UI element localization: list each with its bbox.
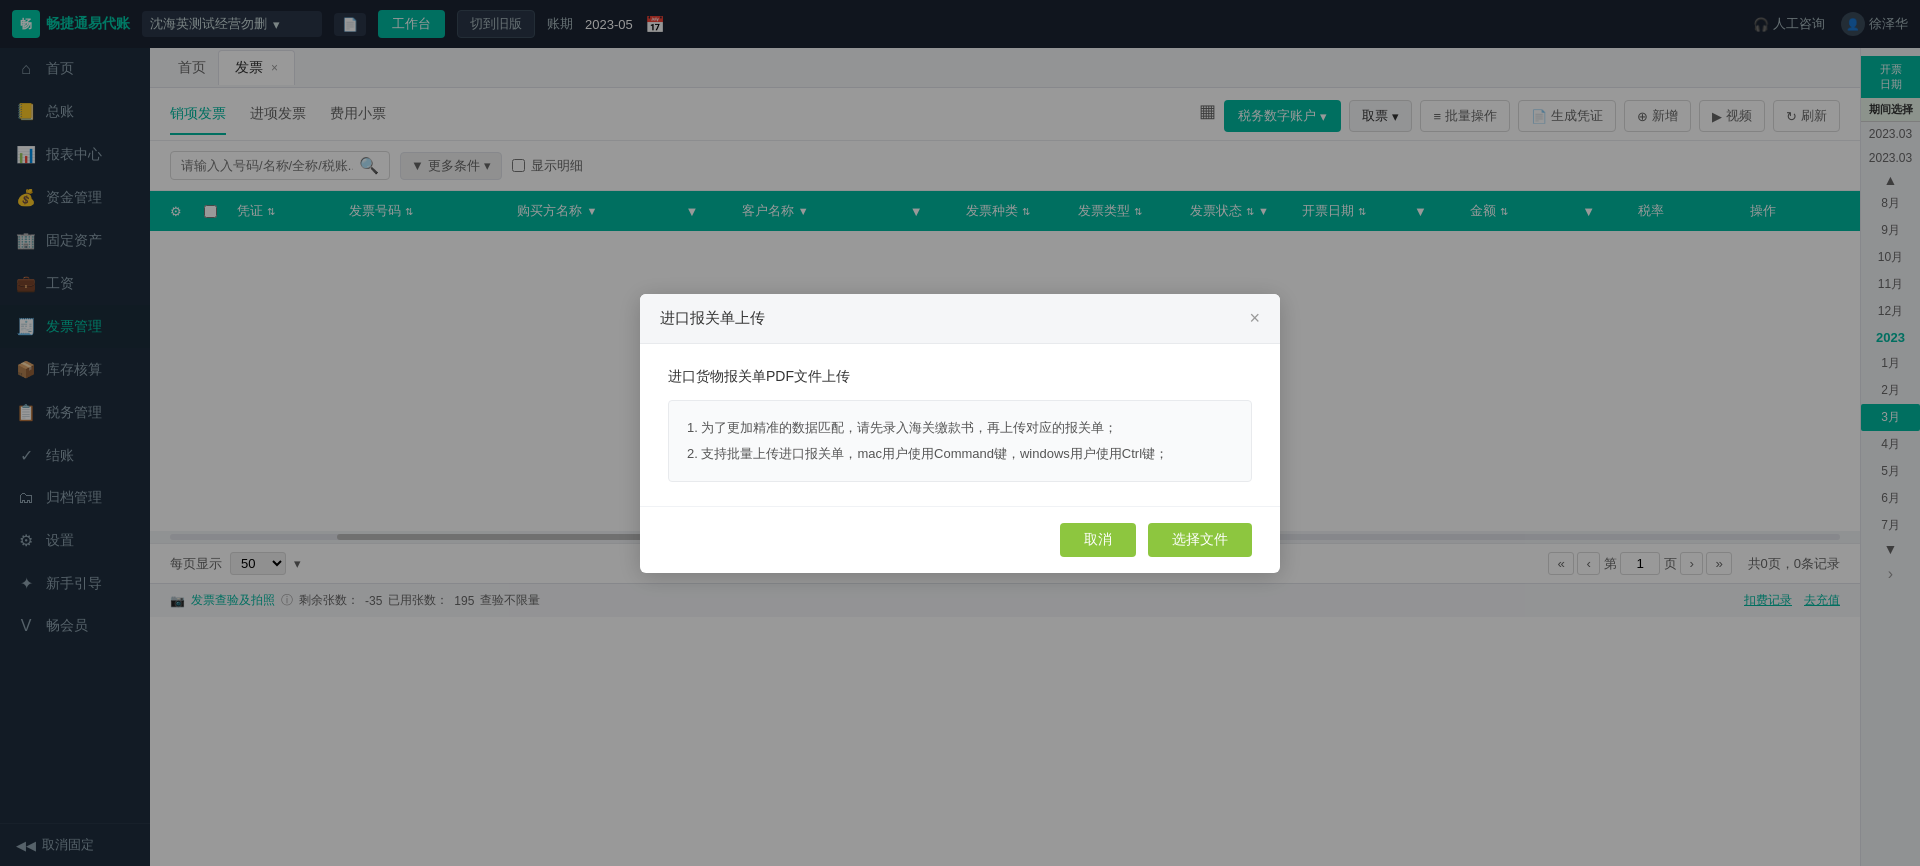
info-line-1: 1. 为了更加精准的数据匹配，请先录入海关缴款书，再上传对应的报关单； [687, 415, 1233, 441]
cancel-button[interactable]: 取消 [1060, 523, 1136, 557]
modal-footer: 取消 选择文件 [640, 506, 1280, 573]
info-line-2: 2. 支持批量上传进口报关单，mac用户使用Command键，windows用户… [687, 441, 1233, 467]
modal-info-box: 1. 为了更加精准的数据匹配，请先录入海关缴款书，再上传对应的报关单； 2. 支… [668, 400, 1252, 482]
select-file-button[interactable]: 选择文件 [1148, 523, 1252, 557]
modal-header: 进口报关单上传 × [640, 294, 1280, 344]
modal-overlay: 进口报关单上传 × 进口货物报关单PDF文件上传 1. 为了更加精准的数据匹配，… [0, 0, 1920, 866]
modal-title: 进口报关单上传 [660, 309, 765, 328]
modal-section-title: 进口货物报关单PDF文件上传 [668, 368, 1252, 386]
import-customs-modal: 进口报关单上传 × 进口货物报关单PDF文件上传 1. 为了更加精准的数据匹配，… [640, 294, 1280, 573]
modal-body: 进口货物报关单PDF文件上传 1. 为了更加精准的数据匹配，请先录入海关缴款书，… [640, 344, 1280, 506]
close-icon[interactable]: × [1249, 308, 1260, 329]
